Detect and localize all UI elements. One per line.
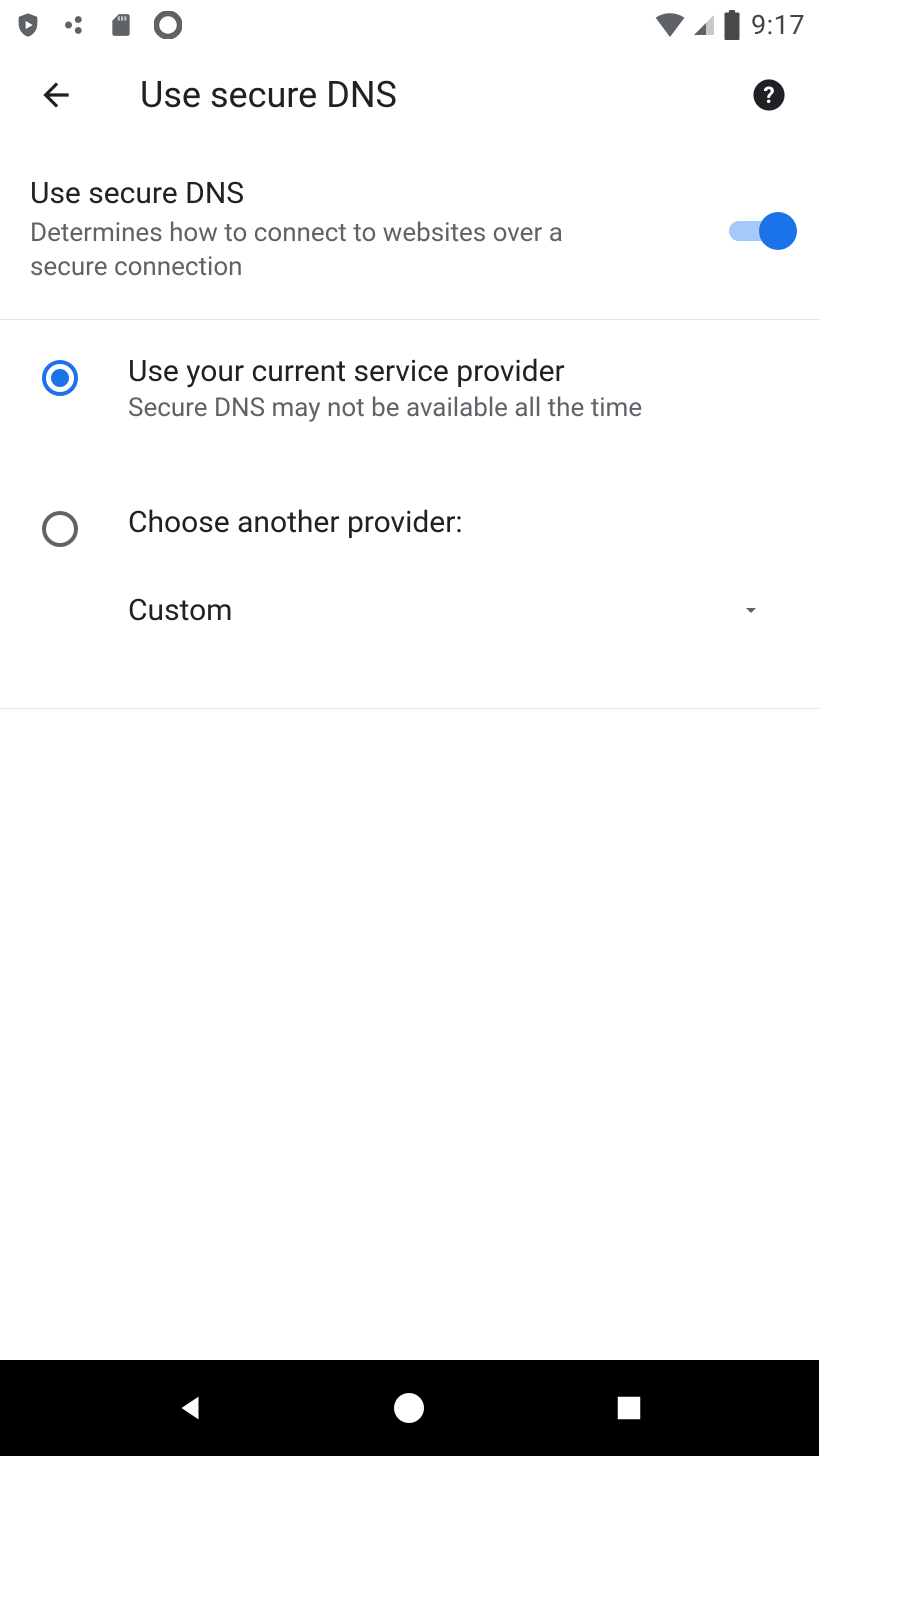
app-bar: Use secure DNS ?	[0, 50, 819, 140]
option-texts: Use your current service provider Secure…	[128, 354, 789, 423]
back-button[interactable]	[28, 67, 84, 123]
option-texts: Choose another provider:	[128, 505, 789, 544]
toggle-subtitle: Determines how to connect to websites ov…	[30, 217, 590, 285]
option-title: Use your current service provider	[128, 354, 789, 389]
shield-play-icon	[14, 10, 42, 40]
wifi-icon	[655, 13, 685, 37]
provider-dropdown[interactable]: Custom	[128, 583, 763, 638]
radio-current-provider[interactable]	[42, 360, 78, 396]
status-bar-right: 9:17	[655, 9, 805, 41]
status-bar-left	[14, 10, 182, 40]
help-button[interactable]: ?	[747, 73, 791, 117]
sd-card-icon	[108, 10, 134, 40]
help-icon: ?	[752, 78, 786, 112]
svg-text:?: ?	[763, 82, 774, 109]
toggle-title: Use secure DNS	[30, 176, 707, 211]
secure-dns-toggle-row[interactable]: Use secure DNS Determines how to connect…	[0, 140, 819, 320]
nav-recents-button[interactable]	[589, 1378, 669, 1438]
toggle-texts: Use secure DNS Determines how to connect…	[30, 176, 727, 285]
circle-icon	[154, 11, 182, 39]
battery-icon	[723, 10, 741, 40]
option-title: Choose another provider:	[128, 505, 789, 540]
arrow-back-icon	[37, 76, 75, 114]
radio-another-provider[interactable]	[42, 511, 78, 547]
dots-icon	[62, 12, 88, 38]
option-another-provider[interactable]: Choose another provider:	[0, 491, 819, 561]
status-time: 9:17	[751, 9, 805, 41]
page-title: Use secure DNS	[140, 74, 747, 116]
dropdown-selected-value: Custom	[128, 593, 233, 628]
nav-home-button[interactable]	[369, 1378, 449, 1438]
triangle-back-icon	[173, 1391, 207, 1425]
switch-thumb	[759, 212, 797, 250]
secure-dns-switch[interactable]	[727, 210, 789, 250]
status-bar: 9:17	[0, 0, 819, 50]
option-subtitle: Secure DNS may not be available all the …	[128, 393, 789, 423]
chevron-down-icon	[739, 598, 763, 622]
square-recents-icon	[614, 1393, 644, 1423]
circle-home-icon	[391, 1390, 427, 1426]
system-nav-bar	[0, 1360, 819, 1456]
cell-signal-icon	[691, 13, 717, 37]
dns-provider-options: Use your current service provider Secure…	[0, 320, 819, 709]
nav-back-button[interactable]	[150, 1378, 230, 1438]
option-current-provider[interactable]: Use your current service provider Secure…	[0, 340, 819, 437]
